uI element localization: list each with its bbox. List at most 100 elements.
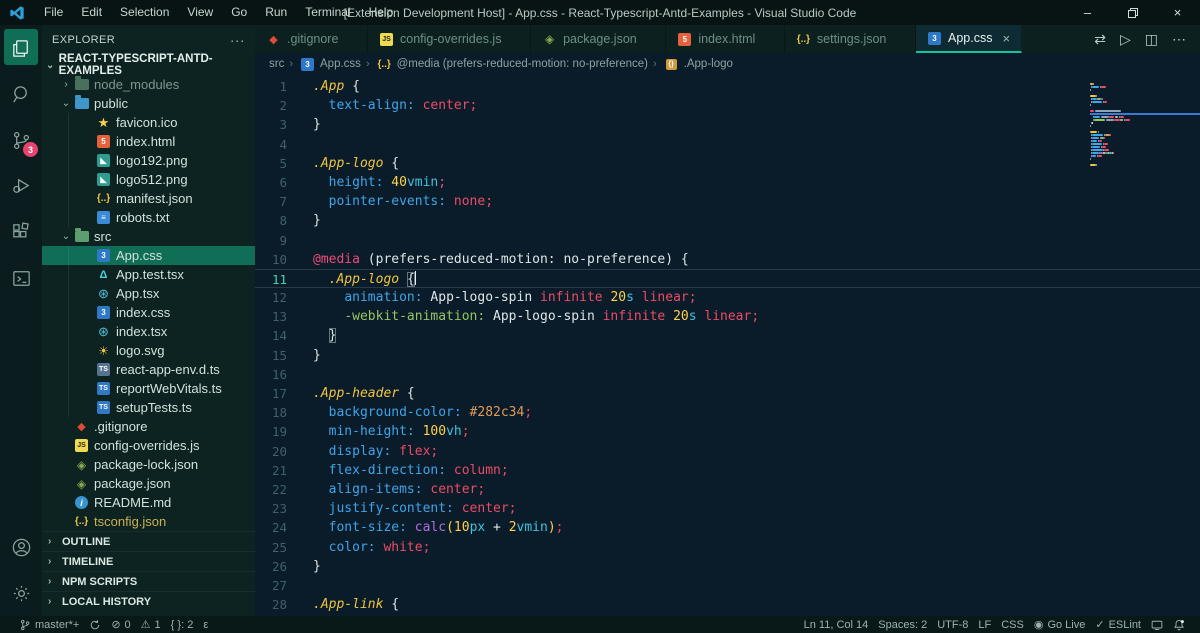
code-line-17[interactable]: 17 .App-header { [255, 384, 1200, 403]
tree-item-node_modules[interactable]: › node_modules [42, 75, 255, 94]
code-line-25[interactable]: 25 color: white; [255, 538, 1200, 557]
tree-root-folder[interactable]: ⌄ REACT-TYPESCRIPT-ANTD-EXAMPLES [42, 53, 255, 77]
explorer-icon[interactable] [0, 25, 42, 71]
code-line-5[interactable]: 5 .App-logo { [255, 154, 1200, 173]
tree-item-setupTests.ts[interactable]: TS setupTests.ts [42, 398, 255, 417]
close-button[interactable]: × [1155, 0, 1200, 25]
status-cursor-position[interactable]: Ln 11, Col 14 [799, 616, 874, 633]
code-line-28[interactable]: 28 .App-link { [255, 595, 1200, 614]
code-line-7[interactable]: 7 pointer-events: none; [255, 192, 1200, 211]
tree-item-public[interactable]: ⌄ public [42, 94, 255, 113]
tab-package.json[interactable]: ◈package.json× [531, 25, 667, 53]
status-eslint[interactable]: ✓ ESLint [1090, 616, 1146, 633]
section-outline[interactable]: › OUTLINE [42, 531, 255, 551]
menu-selection[interactable]: Selection [111, 0, 178, 25]
tree-item-package-lock.json[interactable]: ◈ package-lock.json [42, 455, 255, 474]
account-icon[interactable] [0, 524, 42, 570]
tree-item-App.css[interactable]: 3 App.css [42, 246, 255, 265]
section-npm-scripts[interactable]: › NPM SCRIPTS [42, 571, 255, 591]
tree-item-.gitignore[interactable]: ◆ .gitignore [42, 417, 255, 436]
code-line-19[interactable]: 19 min-height: 100vh; [255, 422, 1200, 441]
code-line-3[interactable]: 3} [255, 115, 1200, 134]
status-notifications[interactable] [1168, 616, 1190, 633]
status-encoding[interactable]: UTF-8 [932, 616, 973, 633]
tree-item-logo.svg[interactable]: ☀ logo.svg [42, 341, 255, 360]
code-line-10[interactable]: 10 @media (prefers-reduced-motion: no-pre… [255, 250, 1200, 269]
more-actions-icon[interactable]: ⋯ [1172, 31, 1186, 48]
tree-item-tsconfig.json[interactable]: {..} tsconfig.json [42, 512, 255, 531]
menu-view[interactable]: View [178, 0, 222, 25]
status-sync[interactable] [84, 616, 106, 633]
breadcrumb-item[interactable]: src [269, 58, 284, 70]
split-editor-icon[interactable]: ◫ [1145, 31, 1158, 48]
tab-index.html[interactable]: 5index.html× [666, 25, 785, 53]
tree-item-reportWebVitals.ts[interactable]: TS reportWebVitals.ts [42, 379, 255, 398]
tree-item-README.md[interactable]: i README.md [42, 493, 255, 512]
code-line-4[interactable]: 4 [255, 135, 1200, 154]
tree-item-config-overrides.js[interactable]: JS config-overrides.js [42, 436, 255, 455]
status-eol[interactable]: LF [973, 616, 996, 633]
status-go-live[interactable]: ◉ Go Live [1029, 616, 1091, 633]
remote-terminal-icon[interactable] [0, 255, 42, 301]
tree-item-App.test.tsx[interactable]: Δ App.test.tsx [42, 265, 255, 284]
chevron-down-icon[interactable]: ⌄ [60, 231, 72, 242]
tab-.gitignore[interactable]: ◆.gitignore× [255, 25, 369, 53]
status-braces-count[interactable]: { }: 2 [166, 616, 199, 633]
chevron-down-icon[interactable]: ⌄ [60, 98, 72, 109]
breadcrumb-item[interactable]: .App-logo [684, 58, 733, 70]
code-line-21[interactable]: 21 flex-direction: column; [255, 461, 1200, 480]
run-icon[interactable]: ▷ [1120, 31, 1131, 48]
breadcrumb-item[interactable]: App.css [320, 58, 361, 70]
tree-item-manifest.json[interactable]: {..} manifest.json [42, 189, 255, 208]
restore-button[interactable] [1110, 0, 1155, 25]
code-line-15[interactable]: 15} [255, 346, 1200, 365]
section-timeline[interactable]: › TIMELINE [42, 551, 255, 571]
tree-item-react-app-env.d.ts[interactable]: TS react-app-env.d.ts [42, 360, 255, 379]
settings-gear-icon[interactable] [0, 570, 42, 616]
tree-item-index.tsx[interactable]: ⊛ index.tsx [42, 322, 255, 341]
section-local-history[interactable]: › LOCAL HISTORY [42, 591, 255, 611]
code-line-11[interactable]: 11 .App-logo { [255, 268, 1200, 289]
menu-terminal[interactable]: Terminal [296, 0, 359, 25]
tree-item-index.html[interactable]: 5 index.html [42, 132, 255, 151]
menu-run[interactable]: Run [256, 0, 296, 25]
minimize-button[interactable]: – [1065, 0, 1110, 25]
search-icon[interactable] [0, 71, 42, 117]
minimap[interactable] [1090, 83, 1200, 167]
run-debug-icon[interactable] [0, 163, 42, 209]
code-line-14[interactable]: 14 } [255, 326, 1200, 345]
breadcrumb-item[interactable]: @media (prefers-reduced-motion: no-prefe… [397, 58, 648, 70]
close-tab-icon[interactable]: × [1002, 31, 1010, 46]
code-line-23[interactable]: 23 justify-content: center; [255, 499, 1200, 518]
status-errors[interactable]: ⊘ 0 [106, 616, 135, 633]
tree-item-package.json[interactable]: ◈ package.json [42, 474, 255, 493]
source-control-icon[interactable]: 3 [0, 117, 42, 163]
code-line-16[interactable]: 16 [255, 365, 1200, 384]
tree-item-index.css[interactable]: 3 index.css [42, 303, 255, 322]
tab-settings.json[interactable]: {..}settings.json× [785, 25, 916, 53]
code-editor[interactable]: 1 .App {2 text-align: center; 3} 4 5 .App-log… [255, 75, 1200, 616]
code-line-24[interactable]: 24 font-size: calc(10px + 2vmin); [255, 518, 1200, 537]
code-line-12[interactable]: 12 animation: App-logo-spin infinite 20s… [255, 288, 1200, 307]
tab-config-overrides.js[interactable]: JSconfig-overrides.js× [368, 25, 532, 53]
status-indentation[interactable]: Spaces: 2 [873, 616, 932, 633]
status-screen-cast[interactable] [1146, 616, 1168, 633]
tree-item-src[interactable]: ⌄ src [42, 227, 255, 246]
status-warnings[interactable]: ⚠ 1 [136, 616, 166, 633]
menu-file[interactable]: File [35, 0, 72, 25]
breadcrumb[interactable]: src › 3 App.css › {..} @media (prefers-reduced… [255, 53, 1200, 75]
open-changes-icon[interactable]: ⇄ [1094, 31, 1106, 48]
code-line-27[interactable]: 27 [255, 576, 1200, 595]
code-line-13[interactable]: 13 -webkit-animation: App-logo-spin infi… [255, 307, 1200, 326]
tree-item-favicon.ico[interactable]: ★ favicon.ico [42, 113, 255, 132]
code-line-8[interactable]: 8} [255, 211, 1200, 230]
code-line-6[interactable]: 6 height: 40vmin; [255, 173, 1200, 192]
tree-item-logo512.png[interactable]: ◣ logo512.png [42, 170, 255, 189]
menu-go[interactable]: Go [222, 0, 256, 25]
status-extension-epsilon[interactable]: ε [198, 616, 213, 633]
code-line-20[interactable]: 20 display: flex; [255, 442, 1200, 461]
extensions-icon[interactable] [0, 209, 42, 255]
code-line-26[interactable]: 26} [255, 557, 1200, 576]
code-line-2[interactable]: 2 text-align: center; [255, 96, 1200, 115]
code-line-1[interactable]: 1 .App { [255, 77, 1200, 96]
